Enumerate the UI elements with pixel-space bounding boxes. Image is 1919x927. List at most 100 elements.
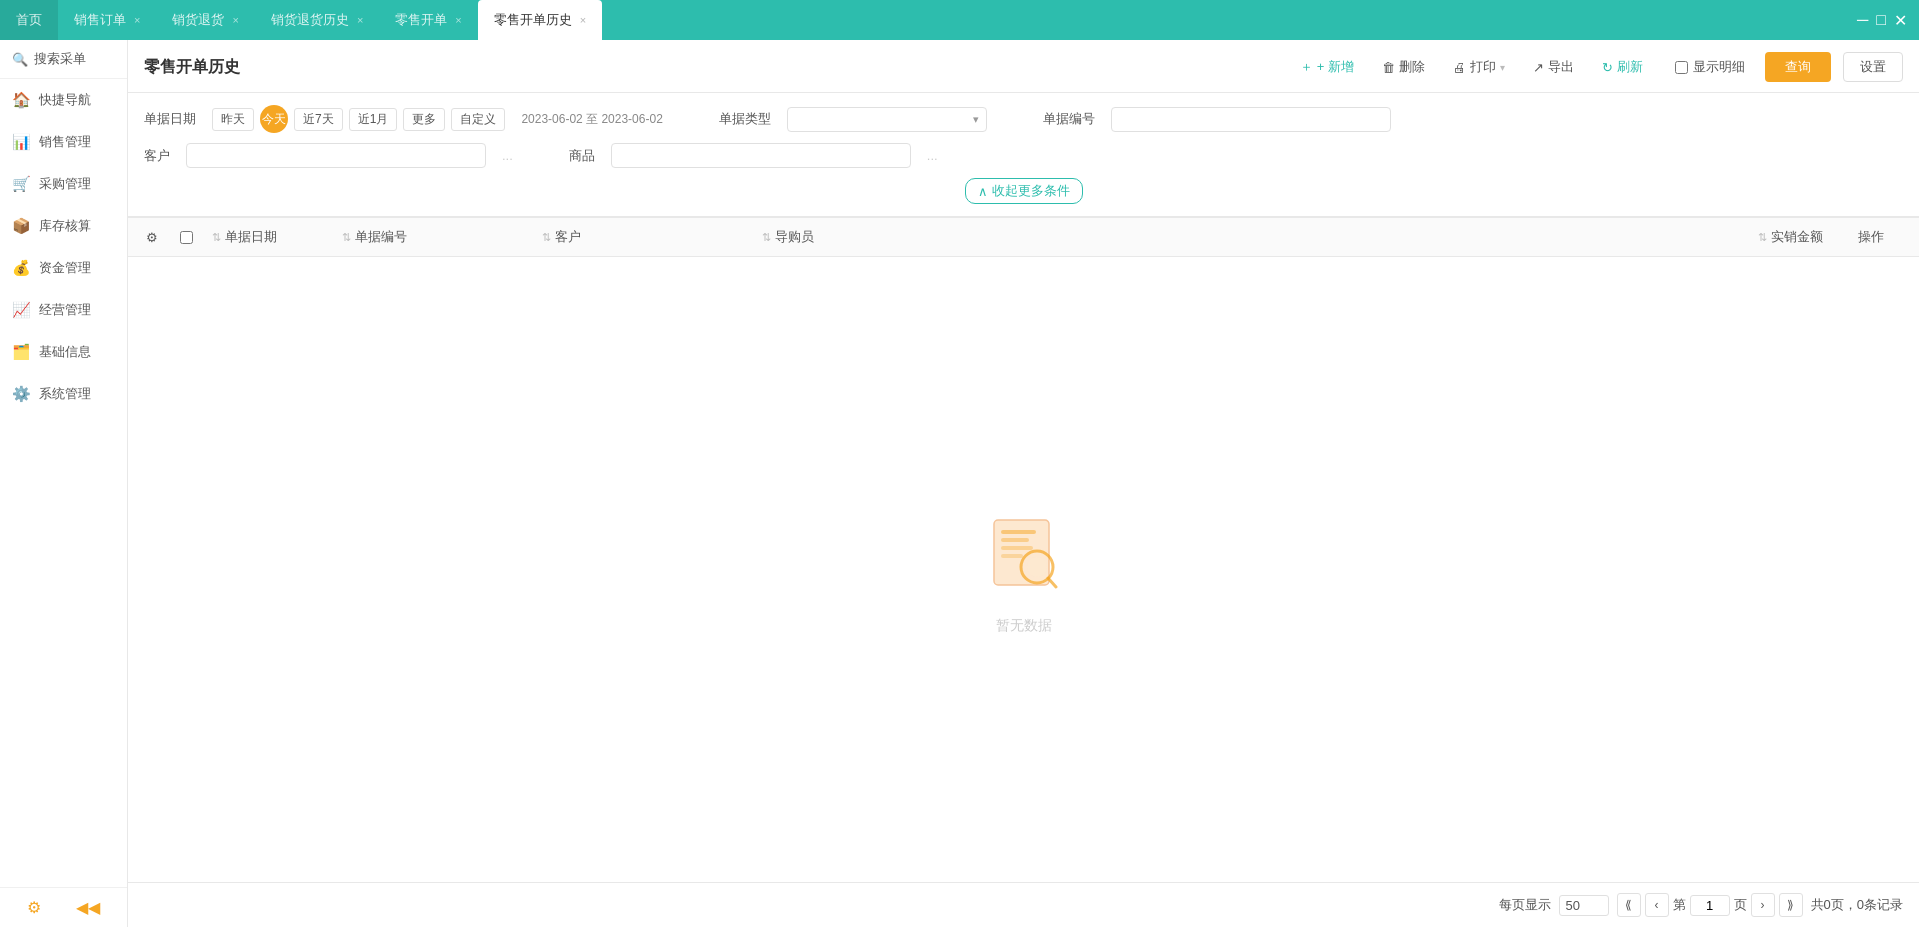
th-billno-sort-icon: ⇅: [342, 231, 351, 244]
customer-dots-icon[interactable]: ...: [502, 148, 513, 163]
th-date[interactable]: ⇅ 单据日期: [204, 228, 334, 246]
select-all-checkbox[interactable]: [180, 231, 193, 244]
date-btn-1month[interactable]: 近1月: [349, 108, 398, 131]
customer-input[interactable]: [186, 143, 486, 168]
setting-button[interactable]: 设置: [1843, 52, 1903, 82]
page-number-input[interactable]: [1690, 895, 1730, 916]
th-customer[interactable]: ⇅ 客户: [534, 228, 754, 246]
prev-page-button[interactable]: ‹: [1645, 893, 1669, 917]
goods-label: 商品: [569, 147, 595, 165]
date-range-text: 2023-06-02 至 2023-06-02: [521, 111, 662, 128]
print-icon: 🖨: [1453, 60, 1466, 75]
tab-sales-order[interactable]: 销售订单 ×: [58, 0, 156, 40]
add-button[interactable]: ＋ + 新增: [1292, 54, 1362, 80]
collapse-button[interactable]: ∧ 收起更多条件: [965, 178, 1083, 204]
svg-rect-2: [1001, 538, 1029, 542]
print-label: 打印: [1470, 58, 1496, 76]
tab-retail-open-history[interactable]: 零售开单历史 ×: [478, 0, 602, 40]
page-header: 零售开单历史 ＋ + 新增 🗑 删除 🖨 打印 ▾ ↗ 导出: [128, 40, 1919, 93]
sidebar-item-basic-info[interactable]: 🗂️ 基础信息: [0, 331, 127, 373]
bill-no-label: 单据编号: [1043, 110, 1095, 128]
date-btn-yesterday[interactable]: 昨天: [212, 108, 254, 131]
sidebar-item-inventory[interactable]: 📦 库存核算: [0, 205, 127, 247]
query-button[interactable]: 查询: [1765, 52, 1831, 82]
sidebar-item-finance-label: 资金管理: [39, 259, 91, 277]
goods-dots-icon[interactable]: ...: [927, 148, 938, 163]
export-button[interactable]: ↗ 导出: [1525, 54, 1582, 80]
maximize-icon[interactable]: □: [1876, 11, 1886, 29]
per-page-select[interactable]: 50 100 200: [1559, 895, 1609, 916]
tab-retail-open[interactable]: 零售开单 ×: [379, 0, 477, 40]
close-icon[interactable]: ✕: [1894, 11, 1907, 30]
date-btn-more[interactable]: 更多: [403, 108, 445, 131]
page-title: 零售开单历史: [144, 57, 240, 78]
window-controls: ─ □ ✕: [1857, 11, 1919, 30]
tab-sales-return-history[interactable]: 销货退货历史 ×: [255, 0, 379, 40]
table-area: ⚙ ⇅ 单据日期 ⇅ 单据编号 ⇅ 客户 ⇅: [128, 217, 1919, 882]
refresh-icon: ↻: [1602, 60, 1613, 75]
display-cols-checkbox[interactable]: [1675, 61, 1688, 74]
empty-state: 暂无数据: [128, 257, 1919, 882]
goods-input[interactable]: [611, 143, 911, 168]
tab-sales-return-history-close[interactable]: ×: [357, 14, 363, 26]
sidebar-item-sales[interactable]: 📊 销售管理: [0, 121, 127, 163]
inventory-icon: 📦: [12, 217, 31, 235]
display-cols-label: 显示明细: [1693, 58, 1745, 76]
delete-button[interactable]: 🗑 删除: [1374, 54, 1433, 80]
settings-gear-icon[interactable]: ⚙: [27, 898, 41, 917]
th-billno[interactable]: ⇅ 单据编号: [334, 228, 534, 246]
sidebar-item-finance[interactable]: 💰 资金管理: [0, 247, 127, 289]
bill-no-input[interactable]: [1111, 107, 1391, 132]
date-btn-7days[interactable]: 近7天: [294, 108, 343, 131]
empty-text: 暂无数据: [996, 617, 1052, 635]
tab-sales-return[interactable]: 销货退货 ×: [156, 0, 254, 40]
filter-row-1: 单据日期 昨天 今天 近7天 近1月 更多 自定义 2023-06-02 至 2…: [144, 105, 1903, 133]
date-filter-buttons: 昨天 今天 近7天 近1月 更多 自定义: [212, 105, 505, 133]
collapse-row: ∧ 收起更多条件: [144, 178, 1903, 204]
sidebar-item-purchase[interactable]: 🛒 采购管理: [0, 163, 127, 205]
tab-sales-order-close[interactable]: ×: [134, 14, 140, 26]
refresh-button[interactable]: ↻ 刷新: [1594, 54, 1651, 80]
tab-sales-return-history-label: 销货退货历史: [271, 11, 349, 29]
next-page-button[interactable]: ›: [1751, 893, 1775, 917]
th-amount-label: 实销金额: [1771, 228, 1823, 246]
tab-sales-return-label: 销货退货: [172, 11, 224, 29]
first-page-button[interactable]: ⟪: [1617, 893, 1641, 917]
sidebar-search[interactable]: 🔍 搜索采单: [0, 40, 127, 79]
sidebar-item-basic-info-label: 基础信息: [39, 343, 91, 361]
pagination-bar: 每页显示 50 100 200 ⟪ ‹ 第 页 › ⟫ 共0页，0条记录: [128, 882, 1919, 927]
sidebar: 🔍 搜索采单 🏠 快捷导航 📊 销售管理 🛒 采购管理 📦 库存核算 💰 资金管…: [0, 40, 128, 927]
th-salesperson-sort-icon: ⇅: [762, 231, 771, 244]
svg-rect-1: [1001, 530, 1036, 534]
date-btn-today[interactable]: 今天: [260, 105, 288, 133]
empty-illustration: [974, 505, 1074, 605]
tab-retail-open-close[interactable]: ×: [455, 14, 461, 26]
tab-sales-order-label: 销售订单: [74, 11, 126, 29]
tab-retail-open-history-close[interactable]: ×: [580, 14, 586, 26]
sidebar-item-navigation[interactable]: 🏠 快捷导航: [0, 79, 127, 121]
top-tabbar: 首页 销售订单 × 销货退货 × 销货退货历史 × 零售开单 × 零售开单历史 …: [0, 0, 1919, 40]
collapse-sidebar-icon[interactable]: ◀◀: [76, 898, 100, 917]
sidebar-item-system[interactable]: ⚙️ 系统管理: [0, 373, 127, 415]
th-checkbox: [168, 231, 204, 244]
sidebar-item-operations-label: 经营管理: [39, 301, 91, 319]
tab-home[interactable]: 首页: [0, 0, 58, 40]
header-actions: ＋ + 新增 🗑 删除 🖨 打印 ▾ ↗ 导出 ↻: [1292, 52, 1903, 82]
tab-sales-return-close[interactable]: ×: [232, 14, 238, 26]
display-cols-button[interactable]: 显示明细: [1667, 54, 1753, 80]
th-amount[interactable]: ⇅ 实销金额: [1691, 228, 1831, 246]
refresh-label: 刷新: [1617, 58, 1643, 76]
bill-type-select[interactable]: [787, 107, 987, 132]
svg-point-6: [1027, 557, 1047, 577]
sidebar-item-sales-label: 销售管理: [39, 133, 91, 151]
last-page-button[interactable]: ⟫: [1779, 893, 1803, 917]
minimize-icon[interactable]: ─: [1857, 11, 1868, 29]
column-settings-icon[interactable]: ⚙: [146, 230, 158, 245]
date-btn-custom[interactable]: 自定义: [451, 108, 505, 131]
sidebar-item-operations[interactable]: 📈 经营管理: [0, 289, 127, 331]
system-icon: ⚙️: [12, 385, 31, 403]
print-button[interactable]: 🖨 打印 ▾: [1445, 54, 1513, 80]
th-salesperson[interactable]: ⇅ 导购员: [754, 228, 904, 246]
th-date-sort-icon: ⇅: [212, 231, 221, 244]
th-settings[interactable]: ⚙: [136, 230, 168, 245]
